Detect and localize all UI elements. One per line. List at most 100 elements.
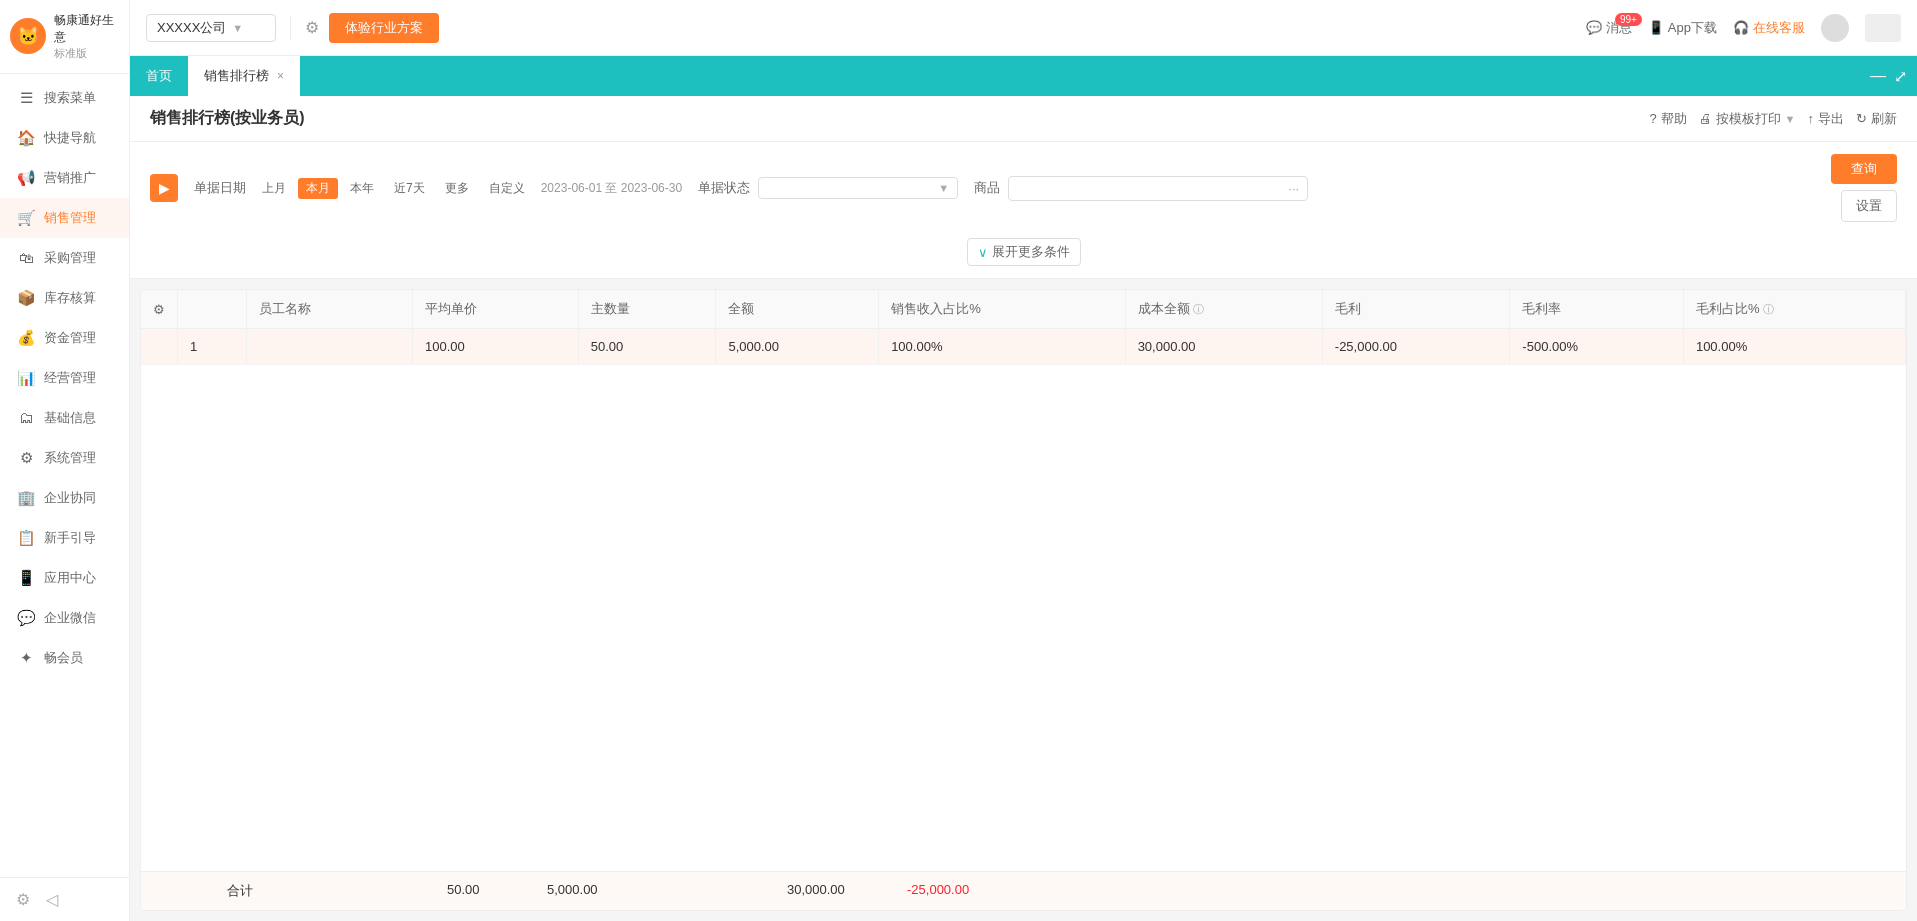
date-range-display: 2023-06-01 至 2023-06-30 [541, 180, 682, 197]
goods-filter-label: 商品 [974, 179, 1000, 197]
table-settings-button[interactable]: 设置 [1841, 190, 1897, 222]
sidebar-item-quicknav[interactable]: 🏠 快捷导航 [0, 118, 129, 158]
date-more[interactable]: 更多 [437, 178, 477, 199]
topbar-settings-icon[interactable]: ⚙ [305, 18, 319, 37]
sidebar-item-label: 企业微信 [44, 609, 96, 627]
print-icon: 🖨 [1699, 111, 1712, 126]
footer-cost: 30,000.00 [775, 882, 895, 900]
refresh-button[interactable]: ↻ 刷新 [1856, 110, 1897, 128]
footer-avg-price [335, 882, 435, 900]
expand-more-button[interactable]: ∨ 展开更多条件 [967, 238, 1081, 266]
finance-icon: 💰 [16, 328, 36, 348]
export-icon: ↑ [1808, 111, 1815, 126]
row-total: 5,000.00 [716, 329, 879, 365]
date-last7days[interactable]: 近7天 [386, 178, 433, 199]
sidebar-item-label: 系统管理 [44, 449, 96, 467]
tab-sales-ranking[interactable]: 销售排行榜 × [188, 56, 300, 96]
main-area: XXXXX公司 ▼ ⚙ 体验行业方案 💬 消息 99+ 📱 App下载 🎧 在线… [130, 0, 1917, 921]
sidebar-item-sales[interactable]: 🛒 销售管理 [0, 198, 129, 238]
cost-info-icon[interactable]: ⓘ [1193, 303, 1204, 315]
help-button[interactable]: ? 帮助 [1649, 110, 1686, 128]
sidebar-item-finance[interactable]: 💰 资金管理 [0, 318, 129, 358]
more-icon: ··· [1288, 181, 1299, 196]
help-label: 帮助 [1661, 110, 1687, 128]
tab-right-actions: — ⤢ [1870, 67, 1917, 86]
sidebar-logo: 🐱 畅康通好生意 标准版 [0, 0, 129, 74]
sidebar-item-coop[interactable]: 🏢 企业协同 [0, 478, 129, 518]
sidebar-item-label: 新手引导 [44, 529, 96, 547]
sidebar-item-label: 采购管理 [44, 249, 96, 267]
status-filter-group: 单据状态 ▼ [698, 177, 958, 199]
sidebar-footer: ⚙ ◁ [0, 877, 129, 921]
app-download-button[interactable]: 📱 App下载 [1648, 19, 1717, 37]
filter-toggle-arrow[interactable]: ▶ [150, 174, 178, 202]
home-tab-label: 首页 [146, 67, 172, 85]
marketing-icon: 📢 [16, 168, 36, 188]
sidebar-item-label: 经营管理 [44, 369, 96, 387]
row-cost: 30,000.00 [1125, 329, 1322, 365]
footer-settings-col [153, 882, 185, 900]
row-rank: 1 [178, 329, 247, 365]
vip-icon: ✦ [16, 648, 36, 668]
col-rank [178, 290, 247, 329]
sidebar-item-purchase[interactable]: 🛍 采购管理 [0, 238, 129, 278]
online-service-button[interactable]: 🎧 在线客服 [1733, 19, 1805, 37]
export-button[interactable]: ↑ 导出 [1808, 110, 1845, 128]
sidebar-settings-icon[interactable]: ⚙ [16, 890, 30, 909]
inventory-icon: 📦 [16, 288, 36, 308]
page-content: 销售排行榜(按业务员) ? 帮助 🖨 按模板打印 ▼ ↑ 导出 ↻ 刷新 [130, 96, 1917, 921]
sidebar-item-wechat[interactable]: 💬 企业微信 [0, 598, 129, 638]
sidebar-item-apps[interactable]: 📱 应用中心 [0, 558, 129, 598]
sidebar-item-label: 基础信息 [44, 409, 96, 427]
chevron-down-icon: ∨ [978, 245, 988, 260]
date-custom[interactable]: 自定义 [481, 178, 533, 199]
sidebar-item-label: 快捷导航 [44, 129, 96, 147]
sidebar-item-inventory[interactable]: 📦 库存核算 [0, 278, 129, 318]
sidebar-item-basicinfo[interactable]: 🗂 基础信息 [0, 398, 129, 438]
sidebar-collapse-icon[interactable]: ◁ [46, 890, 58, 909]
gross-pct-info-icon[interactable]: ⓘ [1763, 303, 1774, 315]
trial-button[interactable]: 体验行业方案 [329, 13, 439, 43]
message-button[interactable]: 💬 消息 99+ [1586, 19, 1632, 37]
date-options: 上月 本月 本年 近7天 更多 自定义 [254, 178, 533, 199]
sidebar-item-vip[interactable]: ✦ 畅会员 [0, 638, 129, 678]
company-selector[interactable]: XXXXX公司 ▼ [146, 14, 276, 42]
wechat-icon: 💬 [16, 608, 36, 628]
tab-home[interactable]: 首页 [130, 56, 188, 96]
sidebar-item-label: 营销推广 [44, 169, 96, 187]
goods-input[interactable]: ··· [1008, 176, 1308, 201]
query-button[interactable]: 查询 [1831, 154, 1897, 184]
sidebar-item-label: 畅会员 [44, 649, 83, 667]
logo-icon: 🐱 [10, 18, 46, 54]
footer-sales-pct [655, 882, 775, 900]
guide-icon: 📋 [16, 528, 36, 548]
tabbar: 首页 销售排行榜 × — ⤢ [130, 56, 1917, 96]
tab-expand-icon[interactable]: ⤢ [1894, 67, 1907, 86]
date-this-month[interactable]: 本月 [298, 178, 338, 199]
date-this-year[interactable]: 本年 [342, 178, 382, 199]
row-gross-pct: 100.00% [1683, 329, 1905, 365]
basicinfo-icon: 🗂 [16, 408, 36, 428]
tab-minimize-icon[interactable]: — [1870, 67, 1886, 85]
footer-rank-col [185, 882, 215, 900]
message-icon: 💬 [1586, 20, 1602, 35]
sidebar-item-operations[interactable]: 📊 经营管理 [0, 358, 129, 398]
tab-close-icon[interactable]: × [277, 69, 284, 83]
footer-total: 5,000.00 [535, 882, 655, 900]
sidebar-item-label: 资金管理 [44, 329, 96, 347]
user-avatar[interactable] [1821, 14, 1849, 42]
status-select[interactable]: ▼ [758, 177, 958, 199]
apps-icon: 📱 [16, 568, 36, 588]
sidebar-item-system[interactable]: ⚙ 系统管理 [0, 438, 129, 478]
sidebar-item-marketing[interactable]: 📢 营销推广 [0, 158, 129, 198]
sidebar-item-guide[interactable]: 📋 新手引导 [0, 518, 129, 558]
filter-area: ▶ 单据日期 上月 本月 本年 近7天 更多 自定义 2023-06-01 至 … [130, 142, 1917, 279]
date-prev-month[interactable]: 上月 [254, 178, 294, 199]
print-button[interactable]: 🖨 按模板打印 ▼ [1699, 110, 1796, 128]
col-quantity: 主数量 [578, 290, 716, 329]
filter-action-buttons: 查询 设置 [1831, 154, 1897, 222]
sidebar-item-search[interactable]: ☰ 搜索菜单 [0, 78, 129, 118]
gross-pct-label: 毛利占比% [1696, 301, 1760, 316]
sidebar-menu: ☰ 搜索菜单 🏠 快捷导航 📢 营销推广 🛒 销售管理 🛍 采购管理 📦 库存核… [0, 74, 129, 877]
row-sales-pct: 100.00% [879, 329, 1126, 365]
